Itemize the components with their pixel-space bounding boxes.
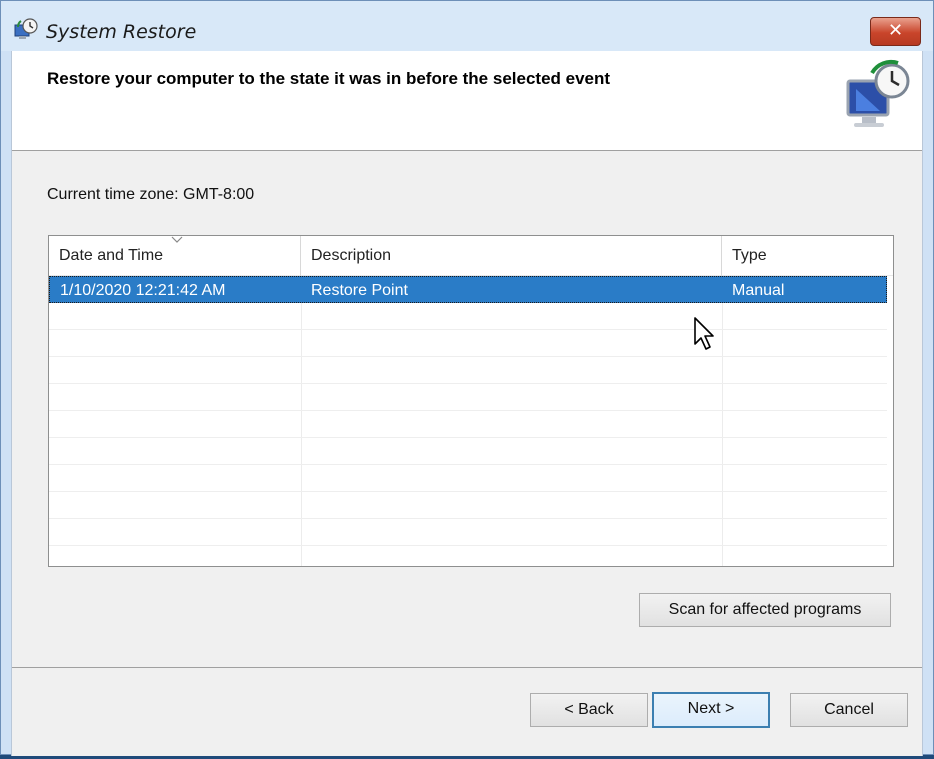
system-restore-icon <box>14 18 38 39</box>
table-header: Date and Time Description Type <box>49 236 893 276</box>
sort-descending-icon <box>171 236 183 243</box>
column-header-type[interactable]: Type <box>722 236 888 276</box>
page-title: Restore your computer to the state it wa… <box>47 69 611 88</box>
empty-row <box>49 330 887 357</box>
cell-date: 1/10/2020 12:21:42 AM <box>60 282 226 299</box>
scan-affected-programs-button[interactable]: Scan for affected programs <box>639 593 891 627</box>
system-restore-window: System Restore ✕ Restore your computer t… <box>0 0 934 756</box>
window-title: System Restore <box>46 21 197 43</box>
restore-points-table: Date and Time Description Type 1/10/2020… <box>48 235 894 567</box>
footer-divider <box>12 667 922 668</box>
close-icon: ✕ <box>887 20 904 41</box>
empty-row <box>49 411 887 438</box>
close-button[interactable]: ✕ <box>870 17 921 46</box>
cell-description: Restore Point <box>311 282 408 299</box>
empty-row <box>49 465 887 492</box>
column-header-date[interactable]: Date and Time <box>49 236 301 276</box>
mouse-cursor-icon <box>694 317 714 350</box>
column-header-description[interactable]: Description <box>301 236 722 276</box>
table-row[interactable]: 1/10/2020 12:21:42 AM Restore Point Manu… <box>49 276 887 303</box>
empty-row <box>49 384 887 411</box>
monitor-clock-icon <box>846 59 910 127</box>
timezone-label: Current time zone: GMT-8:00 <box>47 186 255 203</box>
title-bar: System Restore ✕ <box>1 1 933 51</box>
empty-row <box>49 357 887 384</box>
empty-row <box>49 519 887 546</box>
empty-row <box>49 438 887 465</box>
back-button[interactable]: < Back <box>530 693 648 727</box>
next-button[interactable]: Next > <box>652 692 770 728</box>
cell-type: Manual <box>732 282 785 299</box>
empty-row <box>49 492 887 519</box>
header-band: Restore your computer to the state it wa… <box>12 51 922 151</box>
dialog-body: Restore your computer to the state it wa… <box>11 51 923 756</box>
empty-row <box>49 303 887 330</box>
cancel-button[interactable]: Cancel <box>790 693 908 727</box>
empty-row <box>49 546 887 566</box>
